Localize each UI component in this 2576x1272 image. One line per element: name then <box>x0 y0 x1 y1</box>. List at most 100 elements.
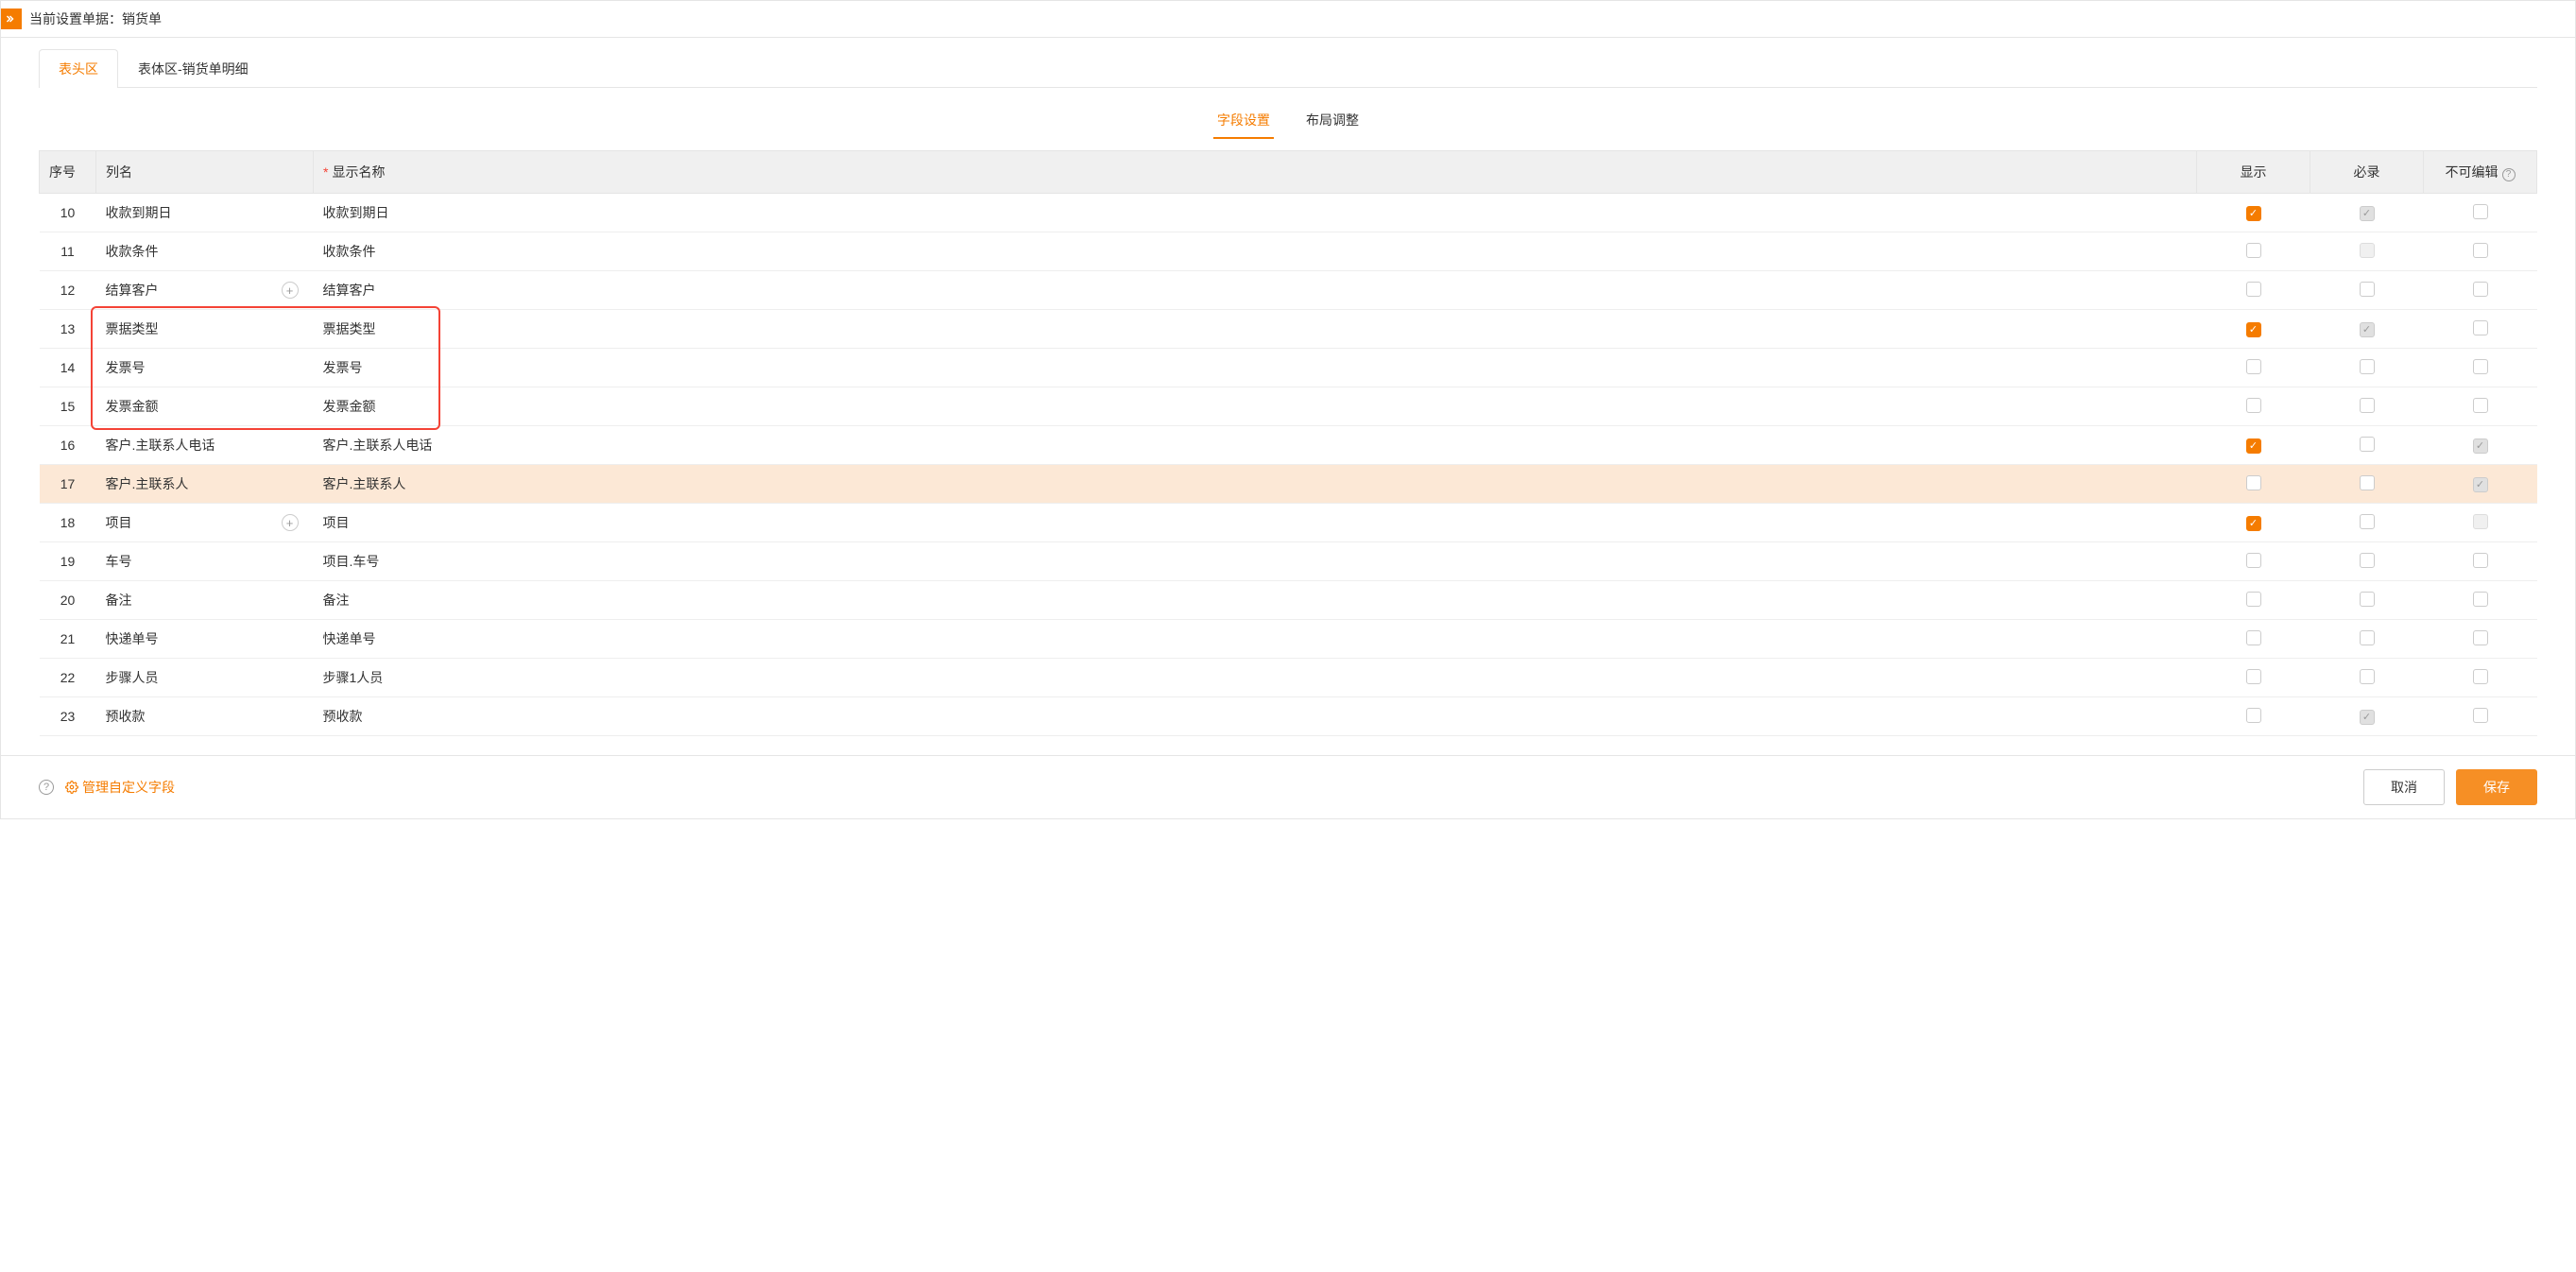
th-display-name: *显示名称 <box>314 151 2197 194</box>
checkbox-show[interactable] <box>2246 359 2261 374</box>
checkbox-required[interactable] <box>2360 398 2375 413</box>
table-header-row: 序号 列名 *显示名称 显示 必录 不可编辑? <box>40 151 2537 194</box>
info-icon[interactable]: ? <box>2502 168 2516 181</box>
table-row[interactable]: 20备注备注 <box>40 581 2537 620</box>
manage-custom-fields-link[interactable]: 管理自定义字段 <box>65 778 175 797</box>
expand-plus-button[interactable]: + <box>282 514 299 531</box>
cell-display-name[interactable]: 客户.主联系人 <box>314 465 2197 504</box>
cell-display-name[interactable]: 项目.车号 <box>314 542 2197 581</box>
help-icon[interactable]: ? <box>39 780 54 795</box>
checkbox-show[interactable] <box>2246 243 2261 258</box>
cell-required <box>2310 542 2424 581</box>
checkbox-show[interactable] <box>2246 206 2261 221</box>
checkbox-show[interactable] <box>2246 708 2261 723</box>
cancel-button[interactable]: 取消 <box>2363 769 2445 805</box>
sub-tab-1[interactable]: 布局调整 <box>1302 103 1363 139</box>
checkbox-show[interactable] <box>2246 438 2261 454</box>
cell-display-name[interactable]: 快递单号 <box>314 620 2197 659</box>
checkbox-readonly[interactable] <box>2473 669 2488 684</box>
cell-display-name[interactable]: 步骤1人员 <box>314 659 2197 697</box>
checkbox-show[interactable] <box>2246 592 2261 607</box>
th-seq: 序号 <box>40 151 96 194</box>
checkbox-show[interactable] <box>2246 516 2261 531</box>
column-name-label: 发票号 <box>106 358 146 377</box>
cell-display-name[interactable]: 项目 <box>314 504 2197 542</box>
checkbox-required[interactable] <box>2360 359 2375 374</box>
checkbox-show[interactable] <box>2246 669 2261 684</box>
checkbox-required[interactable] <box>2360 630 2375 645</box>
cell-name: 项目+ <box>96 504 314 542</box>
checkbox-readonly[interactable] <box>2473 359 2488 374</box>
save-button[interactable]: 保存 <box>2456 769 2537 805</box>
cell-readonly <box>2424 659 2537 697</box>
checkbox-readonly[interactable] <box>2473 630 2488 645</box>
checkbox-readonly[interactable] <box>2473 592 2488 607</box>
footer: ? 管理自定义字段 取消 保存 <box>1 755 2575 818</box>
cell-display-name[interactable]: 发票号 <box>314 349 2197 387</box>
cell-seq: 22 <box>40 659 96 697</box>
table-body: 10收款到期日收款到期日11收款条件收款条件12结算客户+结算客户13票据类型票… <box>40 194 2537 736</box>
cell-seq: 17 <box>40 465 96 504</box>
table-row[interactable]: 15发票金额发票金额 <box>40 387 2537 426</box>
checkbox-required[interactable] <box>2360 437 2375 452</box>
table-row[interactable]: 21快递单号快递单号 <box>40 620 2537 659</box>
cell-readonly <box>2424 387 2537 426</box>
checkbox-required[interactable] <box>2360 514 2375 529</box>
checkbox-show[interactable] <box>2246 398 2261 413</box>
table-row[interactable]: 16客户.主联系人电话客户.主联系人电话 <box>40 426 2537 465</box>
cell-display-name[interactable]: 发票金额 <box>314 387 2197 426</box>
sub-tab-0[interactable]: 字段设置 <box>1213 103 1274 139</box>
checkbox-show[interactable] <box>2246 553 2261 568</box>
checkbox-required[interactable] <box>2360 669 2375 684</box>
checkbox-required[interactable] <box>2360 592 2375 607</box>
table-row[interactable]: 11收款条件收款条件 <box>40 232 2537 271</box>
column-name-label: 结算客户 <box>106 281 159 300</box>
column-name-label: 收款条件 <box>106 242 159 261</box>
cell-required <box>2310 194 2424 232</box>
checkbox-readonly[interactable] <box>2473 553 2488 568</box>
column-name-label: 收款到期日 <box>106 203 172 222</box>
cell-seq: 16 <box>40 426 96 465</box>
checkbox-required[interactable] <box>2360 475 2375 490</box>
checkbox-required[interactable] <box>2360 553 2375 568</box>
checkbox-show[interactable] <box>2246 475 2261 490</box>
checkbox-show[interactable] <box>2246 630 2261 645</box>
checkbox-required[interactable] <box>2360 282 2375 297</box>
checkbox-show[interactable] <box>2246 282 2261 297</box>
table-row[interactable]: 14发票号发票号 <box>40 349 2537 387</box>
checkbox-readonly[interactable] <box>2473 708 2488 723</box>
footer-right: 取消 保存 <box>2363 769 2537 805</box>
table-row[interactable]: 23预收款预收款 <box>40 697 2537 736</box>
cell-readonly <box>2424 465 2537 504</box>
table-row[interactable]: 19车号项目.车号 <box>40 542 2537 581</box>
checkbox-readonly <box>2473 477 2488 492</box>
table-row[interactable]: 22步骤人员步骤1人员 <box>40 659 2537 697</box>
cell-display-name[interactable]: 客户.主联系人电话 <box>314 426 2197 465</box>
cell-display-name[interactable]: 预收款 <box>314 697 2197 736</box>
checkbox-show[interactable] <box>2246 322 2261 337</box>
expand-sidebar-button[interactable] <box>1 9 22 29</box>
table-row[interactable]: 13票据类型票据类型 <box>40 310 2537 349</box>
checkbox-readonly[interactable] <box>2473 282 2488 297</box>
checkbox-readonly[interactable] <box>2473 243 2488 258</box>
cell-display-name[interactable]: 收款条件 <box>314 232 2197 271</box>
top-tab-0[interactable]: 表头区 <box>39 49 118 88</box>
cell-display-name[interactable]: 备注 <box>314 581 2197 620</box>
expand-plus-button[interactable]: + <box>282 282 299 299</box>
cell-display-name[interactable]: 票据类型 <box>314 310 2197 349</box>
cell-required <box>2310 349 2424 387</box>
sub-tabs: 字段设置布局调整 <box>39 88 2537 139</box>
table-row[interactable]: 10收款到期日收款到期日 <box>40 194 2537 232</box>
checkbox-readonly <box>2473 514 2488 529</box>
cell-readonly <box>2424 310 2537 349</box>
table-row[interactable]: 12结算客户+结算客户 <box>40 271 2537 310</box>
checkbox-readonly[interactable] <box>2473 398 2488 413</box>
top-tab-1[interactable]: 表体区-销货单明细 <box>118 49 268 88</box>
cell-display-name[interactable]: 收款到期日 <box>314 194 2197 232</box>
cell-display-name[interactable]: 结算客户 <box>314 271 2197 310</box>
checkbox-readonly[interactable] <box>2473 320 2488 335</box>
checkbox-readonly[interactable] <box>2473 204 2488 219</box>
required-asterisk: * <box>323 164 328 180</box>
table-row[interactable]: 18项目+项目 <box>40 504 2537 542</box>
table-row[interactable]: 17客户.主联系人客户.主联系人 <box>40 465 2537 504</box>
